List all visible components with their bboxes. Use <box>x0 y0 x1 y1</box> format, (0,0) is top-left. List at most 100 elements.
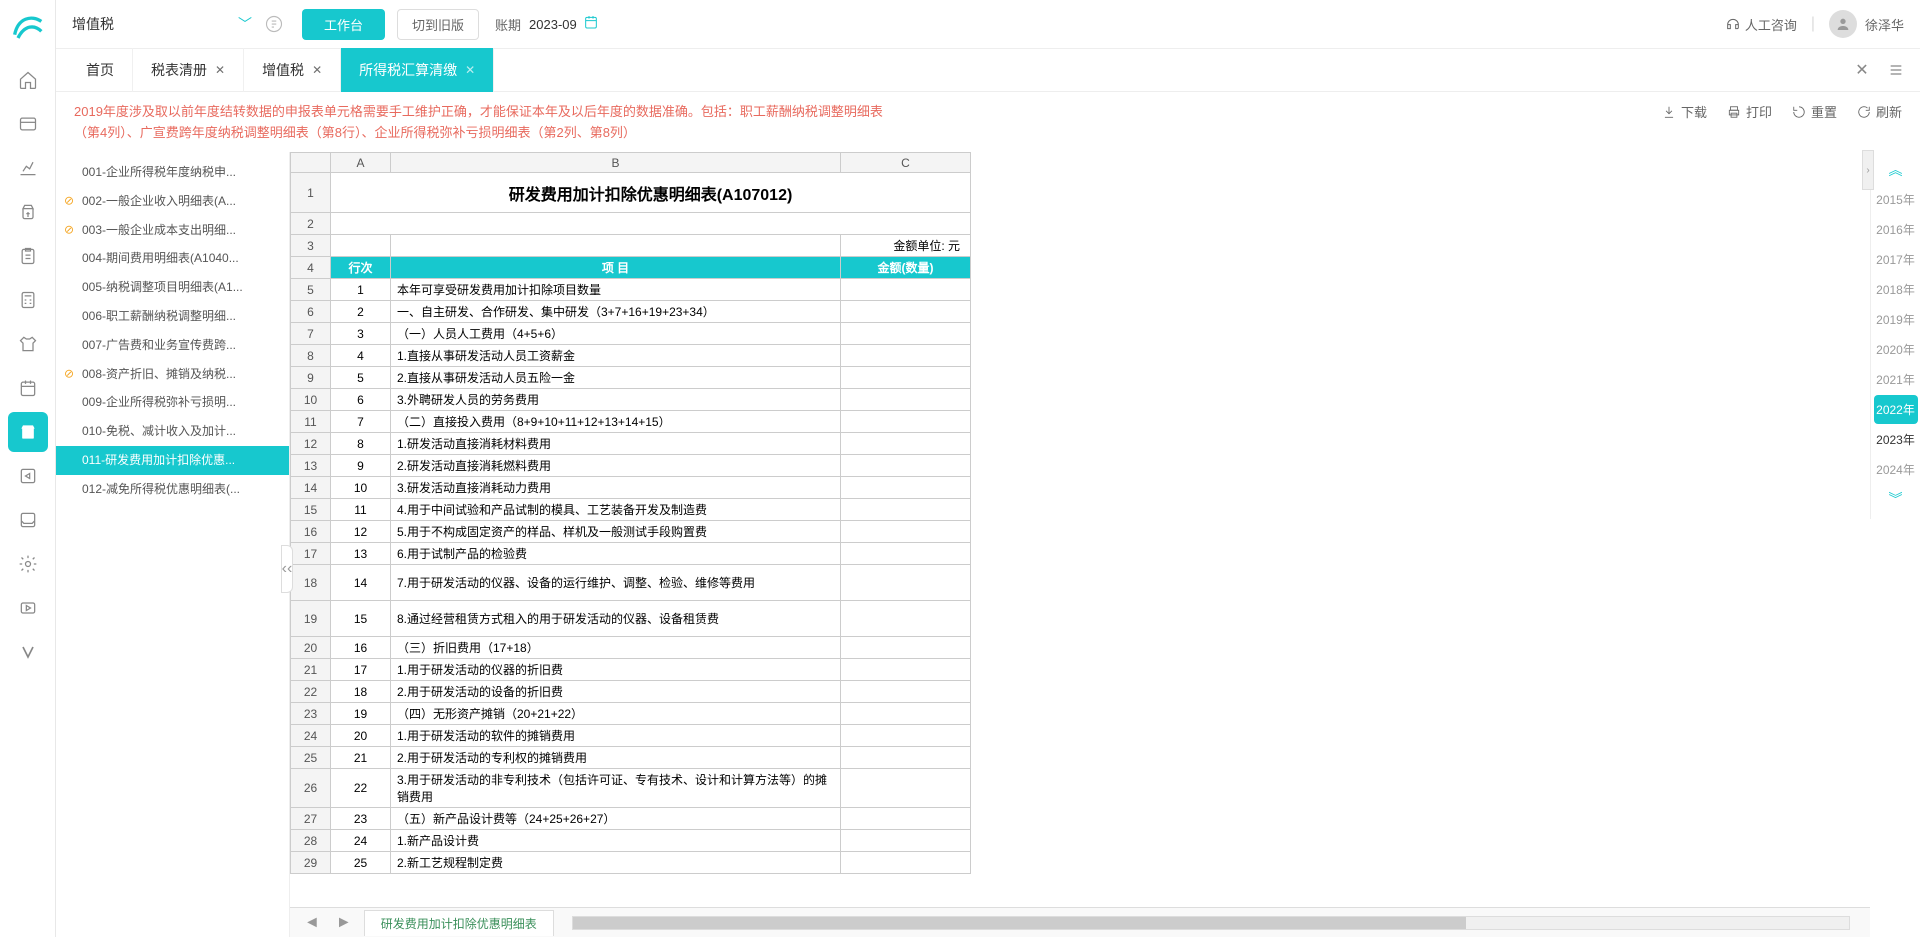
item-cell[interactable]: 3.研发活动直接消耗动力费用 <box>391 477 841 499</box>
item-cell[interactable]: 5.用于不构成固定资产的样品、样机及一般测试手段购置费 <box>391 521 841 543</box>
seq-cell[interactable]: 21 <box>331 747 391 769</box>
year-button[interactable]: 2020年 <box>1874 335 1918 364</box>
seq-cell[interactable]: 5 <box>331 367 391 389</box>
tabs-menu-icon[interactable] <box>1884 58 1908 82</box>
seq-cell[interactable]: 8 <box>331 433 391 455</box>
row-header[interactable]: 24 <box>291 725 331 747</box>
item-cell[interactable]: 2.研发活动直接消耗燃料费用 <box>391 455 841 477</box>
tab-1[interactable]: 税表清册✕ <box>133 48 244 92</box>
amount-cell[interactable] <box>841 499 971 521</box>
item-cell[interactable]: 2.直接从事研发活动人员五险一金 <box>391 367 841 389</box>
tab-2[interactable]: 增值税✕ <box>244 48 341 92</box>
seq-cell[interactable]: 1 <box>331 279 391 301</box>
amount-cell[interactable] <box>841 543 971 565</box>
year-button[interactable]: 2018年 <box>1874 275 1918 304</box>
workbench-button[interactable]: 工作台 <box>302 9 385 40</box>
item-cell[interactable]: 2.用于研发活动的设备的折旧费 <box>391 681 841 703</box>
download-button[interactable]: 下载 <box>1662 102 1707 121</box>
nav-video-icon[interactable] <box>8 588 48 628</box>
year-button[interactable]: 2016年 <box>1874 215 1918 244</box>
form-list-item[interactable]: 009-企业所得税弥补亏损明... <box>56 388 289 417</box>
tab-close-icon[interactable]: ✕ <box>465 63 475 77</box>
row-header[interactable]: 18 <box>291 565 331 601</box>
item-cell[interactable]: 2.用于研发活动的专利权的摊销费用 <box>391 747 841 769</box>
item-cell[interactable]: 1.新产品设计费 <box>391 830 841 852</box>
row-header[interactable]: 16 <box>291 521 331 543</box>
item-cell[interactable]: 8.通过经营租赁方式租入的用于研发活动的仪器、设备租赁费 <box>391 601 841 637</box>
amount-cell[interactable] <box>841 681 971 703</box>
item-cell[interactable]: （五）新产品设计费等（24+25+26+27） <box>391 808 841 830</box>
row-header[interactable]: 5 <box>291 279 331 301</box>
print-button[interactable]: 打印 <box>1727 102 1772 121</box>
collapse-sidebar-handle[interactable]: ‹‹ <box>281 545 293 593</box>
row-header[interactable]: 9 <box>291 367 331 389</box>
tab-0[interactable]: 首页 <box>68 48 133 92</box>
amount-cell[interactable] <box>841 565 971 601</box>
row-header[interactable]: 25 <box>291 747 331 769</box>
module-dropdown[interactable]: 增值税 ﹀ <box>72 14 252 34</box>
row-header[interactable]: 8 <box>291 345 331 367</box>
item-cell[interactable]: （二）直接投入费用（8+9+10+11+12+13+14+15） <box>391 411 841 433</box>
amount-cell[interactable] <box>841 411 971 433</box>
item-cell[interactable]: 4.用于中间试验和产品试制的模具、工艺装备开发及制造费 <box>391 499 841 521</box>
doc-icon-button[interactable] <box>258 8 290 40</box>
row-header[interactable]: 29 <box>291 852 331 874</box>
expand-year-handle[interactable]: › <box>1862 150 1874 190</box>
item-cell[interactable]: （三）折旧费用（17+18） <box>391 637 841 659</box>
row-header[interactable]: 14 <box>291 477 331 499</box>
nav-calc-icon[interactable] <box>8 280 48 320</box>
form-list-item[interactable]: 007-广告费和业务宣传费跨... <box>56 331 289 360</box>
nav-v-icon[interactable] <box>8 632 48 672</box>
seq-cell[interactable]: 16 <box>331 637 391 659</box>
row-header[interactable]: 12 <box>291 433 331 455</box>
amount-cell[interactable] <box>841 521 971 543</box>
row-header[interactable]: 26 <box>291 769 331 808</box>
nav-chart-icon[interactable] <box>8 148 48 188</box>
seq-cell[interactable]: 24 <box>331 830 391 852</box>
seq-cell[interactable]: 23 <box>331 808 391 830</box>
seq-cell[interactable]: 2 <box>331 301 391 323</box>
amount-cell[interactable] <box>841 477 971 499</box>
nav-calendar-icon[interactable] <box>8 368 48 408</box>
tab-close-icon[interactable]: ✕ <box>312 63 322 77</box>
nav-inbox-icon[interactable] <box>8 500 48 540</box>
seq-cell[interactable]: 6 <box>331 389 391 411</box>
item-cell[interactable]: 3.外聘研发人员的劳务费用 <box>391 389 841 411</box>
item-cell[interactable]: 1.用于研发活动的仪器的折旧费 <box>391 659 841 681</box>
row-header[interactable]: 6 <box>291 301 331 323</box>
item-cell[interactable]: 3.用于研发活动的非专利技术（包括许可证、专有技术、设计和计算方法等）的摊销费用 <box>391 769 841 808</box>
seq-cell[interactable]: 18 <box>331 681 391 703</box>
year-button[interactable]: 2017年 <box>1874 245 1918 274</box>
seq-cell[interactable]: 4 <box>331 345 391 367</box>
app-logo[interactable] <box>8 8 48 48</box>
seq-cell[interactable]: 7 <box>331 411 391 433</box>
amount-cell[interactable] <box>841 279 971 301</box>
seq-cell[interactable]: 13 <box>331 543 391 565</box>
amount-cell[interactable] <box>841 323 971 345</box>
row-header[interactable]: 13 <box>291 455 331 477</box>
nav-settings-icon[interactable] <box>8 544 48 584</box>
seq-cell[interactable]: 19 <box>331 703 391 725</box>
nav-clipboard-icon[interactable] <box>8 236 48 276</box>
row-header[interactable]: 28 <box>291 830 331 852</box>
nav-return-icon[interactable] <box>8 456 48 496</box>
row-header[interactable]: 10 <box>291 389 331 411</box>
nav-shirt-icon[interactable] <box>8 324 48 364</box>
col-header[interactable]: A <box>331 153 391 173</box>
row-header[interactable]: 7 <box>291 323 331 345</box>
nav-home-icon[interactable] <box>8 60 48 100</box>
form-list-item[interactable]: ⊘003-一般企业成本支出明细... <box>56 216 289 245</box>
col-header[interactable]: C <box>841 153 971 173</box>
row-header[interactable]: 19 <box>291 601 331 637</box>
row-header[interactable]: 17 <box>291 543 331 565</box>
amount-cell[interactable] <box>841 747 971 769</box>
col-header[interactable]: B <box>391 153 841 173</box>
form-list-item[interactable]: ⊘008-资产折旧、摊销及纳税... <box>56 360 289 389</box>
nav-money-icon[interactable] <box>8 192 48 232</box>
amount-cell[interactable] <box>841 769 971 808</box>
close-all-icon[interactable]: ✕ <box>1850 58 1874 82</box>
amount-cell[interactable] <box>841 703 971 725</box>
item-cell[interactable]: 7.用于研发活动的仪器、设备的运行维护、调整、检验、维修等费用 <box>391 565 841 601</box>
amount-cell[interactable] <box>841 852 971 874</box>
year-button[interactable]: 2023年 <box>1874 425 1918 454</box>
